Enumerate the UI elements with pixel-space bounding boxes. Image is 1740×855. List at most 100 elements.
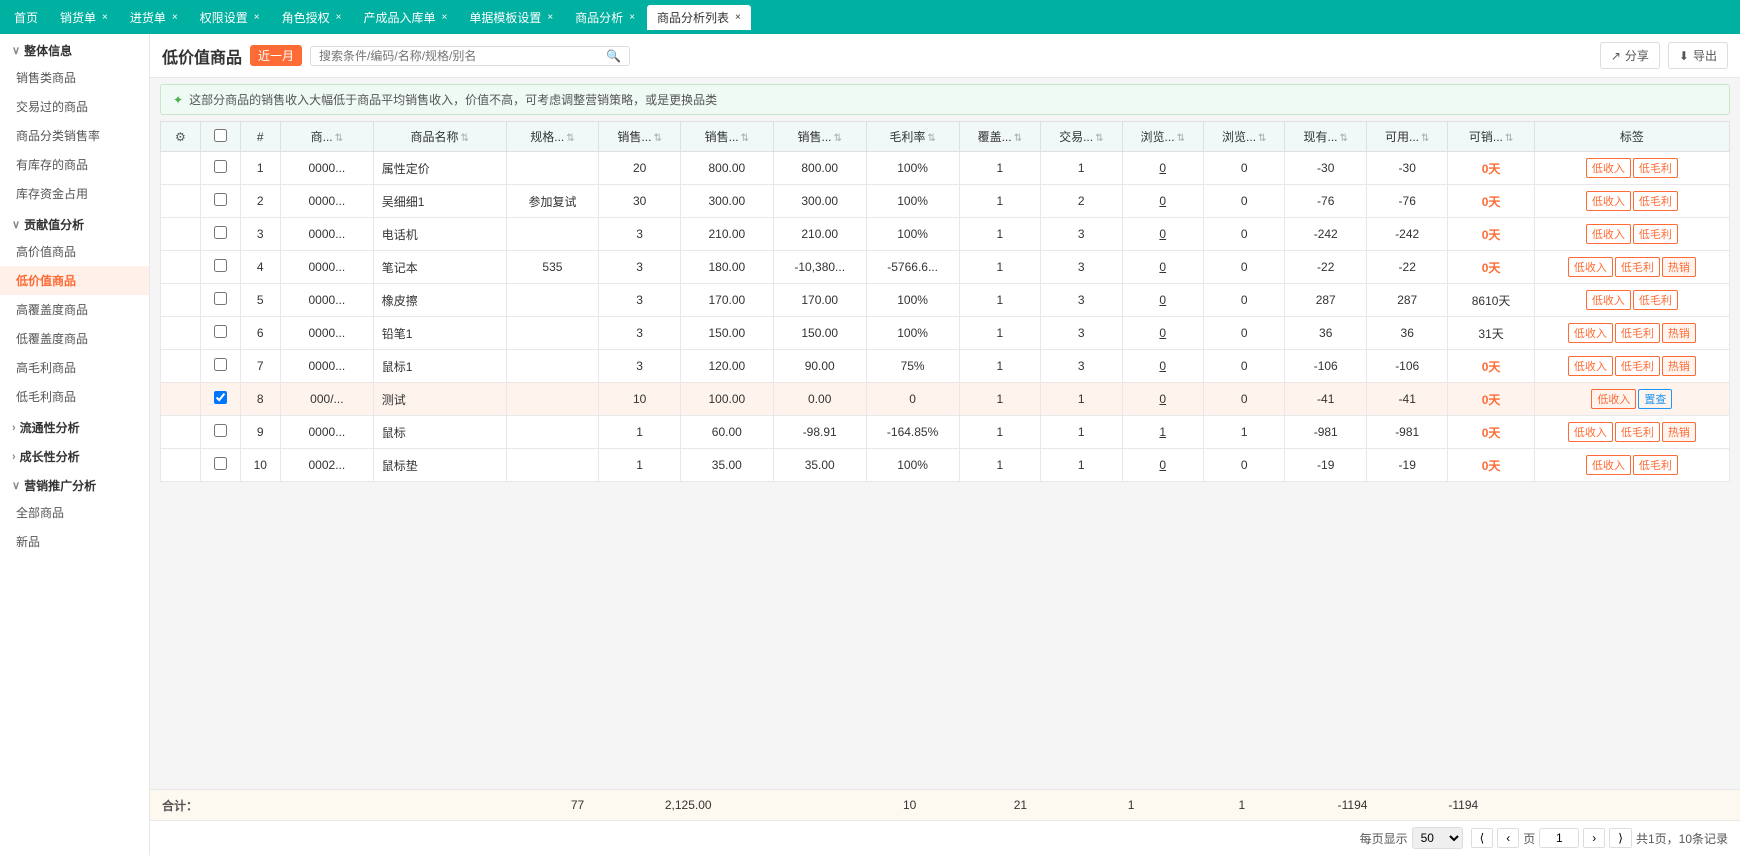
row-checkbox[interactable]	[214, 325, 227, 338]
sidebar-item-all-products[interactable]: 全部商品	[0, 498, 149, 527]
browse1-cell[interactable]: 0	[1122, 383, 1203, 416]
nav-template[interactable]: 单据模板设置 ×	[459, 5, 563, 30]
next-page-button[interactable]: ›	[1583, 828, 1605, 848]
browse-link[interactable]: 0	[1159, 194, 1166, 208]
checkbox-cell[interactable]	[200, 284, 240, 317]
browse1-cell[interactable]: 0	[1122, 284, 1203, 317]
margin-col-header[interactable]: 毛利率⇅	[866, 122, 959, 152]
sidebar-item-category-rate[interactable]: 商品分类销售率	[0, 121, 149, 150]
sidebar-section-marketing[interactable]: ∨ 营销推广分析	[0, 469, 149, 498]
sidebar-item-capital[interactable]: 库存资金占用	[0, 179, 149, 208]
nav-sales-order[interactable]: 销货单 ×	[50, 5, 118, 30]
last-page-button[interactable]: ⟩	[1609, 828, 1632, 848]
sidebar-item-high-coverage[interactable]: 高覆盖度商品	[0, 295, 149, 324]
time-filter-button[interactable]: 近一月	[250, 45, 302, 66]
sidebar-item-high-value[interactable]: 高价值商品	[0, 237, 149, 266]
browse-link[interactable]: 0	[1159, 227, 1166, 241]
sidebar-item-low-value[interactable]: 低价值商品	[0, 266, 149, 295]
sell-col-header[interactable]: 可销...⇅	[1448, 122, 1534, 152]
sidebar-item-traded-products[interactable]: 交易过的商品	[0, 92, 149, 121]
browse1-cell[interactable]: 0	[1122, 449, 1203, 482]
name-col-header[interactable]: 商品名称⇅	[373, 122, 506, 152]
row-checkbox[interactable]	[214, 358, 227, 371]
sidebar-item-new-products[interactable]: 新品	[0, 527, 149, 556]
browse-link[interactable]: 0	[1159, 392, 1166, 406]
nav-product-analysis-list[interactable]: 商品分析列表 ×	[647, 5, 751, 30]
browse1-cell[interactable]: 1	[1122, 416, 1203, 449]
checkbox-cell[interactable]	[200, 185, 240, 218]
nav-permission[interactable]: 权限设置 ×	[190, 5, 270, 30]
page-input[interactable]	[1539, 828, 1579, 848]
sale3-col-header[interactable]: 销售...⇅	[773, 122, 866, 152]
row-checkbox[interactable]	[214, 292, 227, 305]
row-checkbox[interactable]	[214, 259, 227, 272]
browse1-cell[interactable]: 0	[1122, 218, 1203, 251]
browse-link[interactable]: 0	[1159, 359, 1166, 373]
nav-home[interactable]: 首页	[4, 5, 48, 30]
nav-warehouse[interactable]: 产成品入库单 ×	[353, 5, 457, 30]
sidebar-item-low-margin[interactable]: 低毛利商品	[0, 382, 149, 411]
sale1-col-header[interactable]: 销售...⇅	[599, 122, 680, 152]
close-icon[interactable]: ×	[102, 12, 108, 23]
stock1-col-header[interactable]: 现有...⇅	[1285, 122, 1366, 152]
sale2-col-header[interactable]: 销售...⇅	[680, 122, 773, 152]
close-icon[interactable]: ×	[172, 12, 178, 23]
search-icon[interactable]: 🔍	[606, 49, 621, 63]
row-checkbox[interactable]	[214, 160, 227, 173]
row-checkbox[interactable]	[214, 391, 227, 404]
browse-link[interactable]: 0	[1159, 260, 1166, 274]
browse-link[interactable]: 1	[1159, 425, 1166, 439]
sidebar-section-flow[interactable]: › 流通性分析	[0, 411, 149, 440]
cover-col-header[interactable]: 覆盖...⇅	[959, 122, 1040, 152]
sidebar-item-sales-products[interactable]: 销售类商品	[0, 63, 149, 92]
checkbox-cell[interactable]	[200, 218, 240, 251]
prev-page-button[interactable]: ‹	[1497, 828, 1519, 848]
nav-role[interactable]: 角色授权 ×	[272, 5, 352, 30]
avail-col-header[interactable]: 可用...⇅	[1366, 122, 1447, 152]
sidebar-section-contribution[interactable]: ∨ 贡献值分析	[0, 208, 149, 237]
row-checkbox[interactable]	[214, 226, 227, 239]
browse1-cell[interactable]: 0	[1122, 185, 1203, 218]
close-icon[interactable]: ×	[735, 12, 741, 23]
checkbox-cell[interactable]	[200, 416, 240, 449]
browse-link[interactable]: 0	[1159, 458, 1166, 472]
sidebar-item-high-margin[interactable]: 高毛利商品	[0, 353, 149, 382]
row-checkbox[interactable]	[214, 424, 227, 437]
browse-link[interactable]: 0	[1159, 293, 1166, 307]
close-icon[interactable]: ×	[336, 12, 342, 23]
page-size-select[interactable]: 50 100 200	[1412, 827, 1463, 849]
spec-col-header[interactable]: 规格...⇅	[506, 122, 599, 152]
checkbox-cell[interactable]	[200, 383, 240, 416]
browse1-cell[interactable]: 0	[1122, 251, 1203, 284]
row-checkbox[interactable]	[214, 457, 227, 470]
checkbox-cell[interactable]	[200, 350, 240, 383]
browse1-cell[interactable]: 0	[1122, 317, 1203, 350]
search-input[interactable]	[319, 49, 602, 63]
checkbox-col-header[interactable]	[200, 122, 240, 152]
sidebar-item-stock-products[interactable]: 有库存的商品	[0, 150, 149, 179]
browse1-cell[interactable]: 0	[1122, 152, 1203, 185]
select-all-checkbox[interactable]	[214, 129, 227, 142]
browse-link[interactable]: 0	[1159, 161, 1166, 175]
close-icon[interactable]: ×	[254, 12, 260, 23]
nav-purchase-order[interactable]: 进货单 ×	[120, 5, 188, 30]
sidebar-item-low-coverage[interactable]: 低覆盖度商品	[0, 324, 149, 353]
row-checkbox[interactable]	[214, 193, 227, 206]
code-col-header[interactable]: 商...⇅	[280, 122, 373, 152]
trade-col-header[interactable]: 交易...⇅	[1041, 122, 1122, 152]
share-button[interactable]: ↗ 分享	[1600, 42, 1660, 69]
close-icon[interactable]: ×	[629, 12, 635, 23]
checkbox-cell[interactable]	[200, 317, 240, 350]
browse1-col-header[interactable]: 浏览...⇅	[1122, 122, 1203, 152]
checkbox-cell[interactable]	[200, 251, 240, 284]
nav-product-analysis[interactable]: 商品分析 ×	[565, 5, 645, 30]
export-button[interactable]: ⬇ 导出	[1668, 42, 1728, 69]
close-icon[interactable]: ×	[441, 12, 447, 23]
settings-col-header[interactable]: ⚙	[161, 122, 201, 152]
close-icon[interactable]: ×	[547, 12, 553, 23]
first-page-button[interactable]: ⟨	[1471, 828, 1494, 848]
browse-link[interactable]: 0	[1159, 326, 1166, 340]
sidebar-section-growth[interactable]: › 成长性分析	[0, 440, 149, 469]
browse1-cell[interactable]: 0	[1122, 350, 1203, 383]
browse2-col-header[interactable]: 浏览...⇅	[1204, 122, 1285, 152]
